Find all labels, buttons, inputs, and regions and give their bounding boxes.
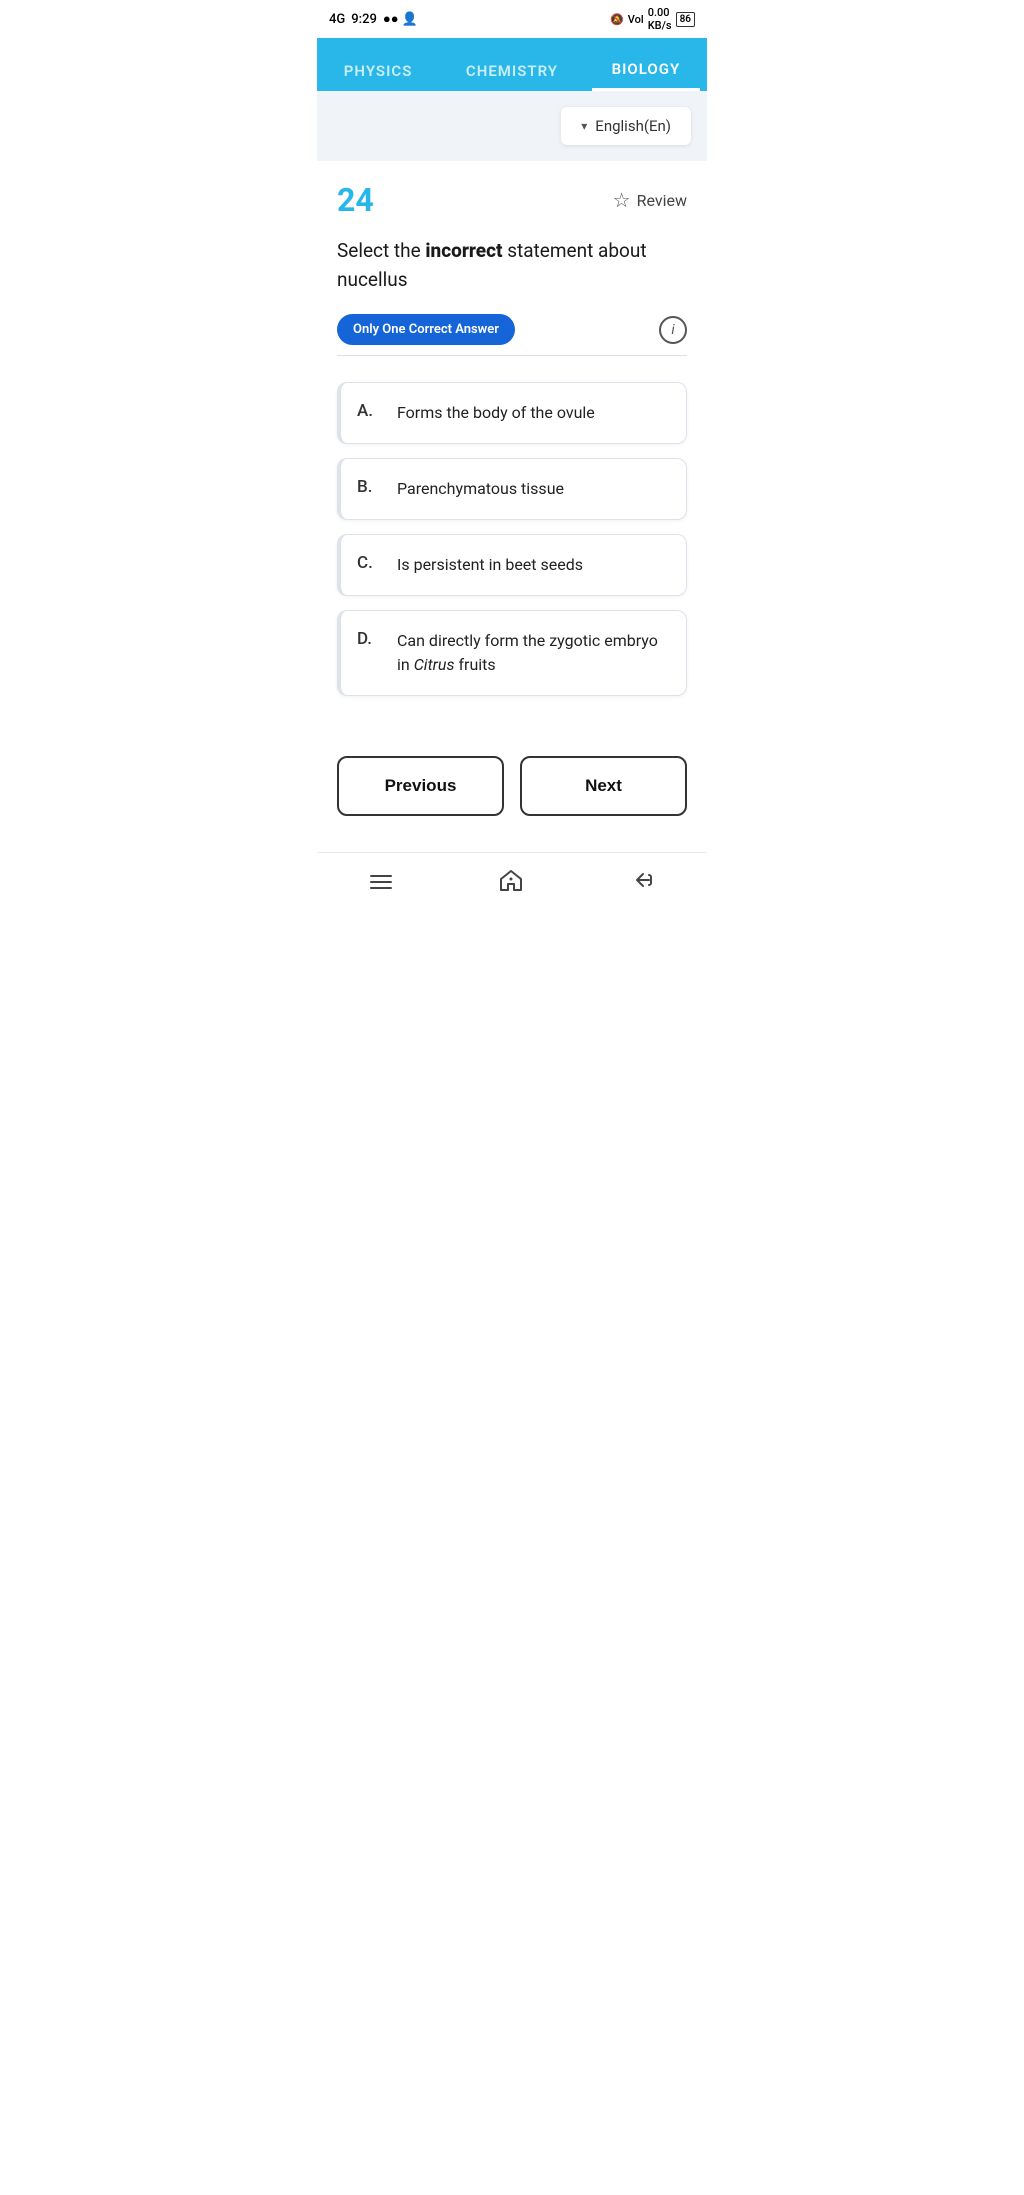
language-label: English(En) [595,117,671,135]
review-button[interactable]: ☆ Review [613,188,687,212]
question-area: 24 ☆ Review Select the incorrect stateme… [317,161,707,382]
option-c-text: Is persistent in beet seeds [397,553,583,577]
answer-type-row: Only One Correct Answer i [337,314,687,345]
option-d-text: Can directly form the zygotic embryo in … [397,629,670,677]
status-bar: 4G 9:29 ●● 👤 🔕 Vol 0.00KB/s 86 [317,0,707,38]
back-icon[interactable] [610,865,674,899]
home-icon[interactable] [479,865,543,899]
bottom-nav-bar [317,852,707,911]
option-b-text: Parenchymatous tissue [397,477,564,501]
review-label: Review [637,191,687,210]
bell-icon: 🔕 [610,13,624,26]
next-button[interactable]: Next [520,756,687,816]
answer-type-badge: Only One Correct Answer [337,314,515,345]
time-display: 9:29 [351,12,377,27]
tab-physics[interactable]: PHYSICS [324,52,433,90]
option-c[interactable]: C. Is persistent in beet seeds [337,534,687,596]
question-text-bold: incorrect [425,239,502,262]
option-a-text: Forms the body of the ovule [397,401,595,425]
question-number: 24 [337,181,374,219]
divider [337,355,687,356]
star-icon: ☆ [613,188,631,212]
chat-icons: ●● 👤 [383,11,418,27]
tab-chemistry[interactable]: CHEMISTRY [446,52,578,90]
option-d-text-italic: Citrus [414,655,455,674]
option-a[interactable]: A. Forms the body of the ovule [337,382,687,444]
menu-icon[interactable] [350,871,412,893]
language-area: ▾ English(En) [317,91,707,161]
status-left: 4G 9:29 ●● 👤 [329,11,418,27]
info-icon[interactable]: i [659,316,687,344]
option-d-text-part2: fruits [454,655,495,674]
chevron-down-icon: ▾ [581,119,587,133]
network-speed: 0.00KB/s [648,6,672,32]
option-b-label: B. [357,477,381,497]
option-b[interactable]: B. Parenchymatous tissue [337,458,687,520]
battery-indicator: 86 [676,12,695,27]
language-selector[interactable]: ▾ English(En) [561,107,691,145]
previous-button[interactable]: Previous [337,756,504,816]
option-d-label: D. [357,629,381,649]
option-a-label: A. [357,401,381,421]
question-header: 24 ☆ Review [337,181,687,219]
subject-tabs: PHYSICS CHEMISTRY BIOLOGY [317,38,707,91]
option-d[interactable]: D. Can directly form the zygotic embryo … [337,610,687,696]
question-text-part1: Select the [337,239,425,262]
options-container: A. Forms the body of the ovule B. Parenc… [317,382,707,730]
option-c-label: C. [357,553,381,573]
tab-biology[interactable]: BIOLOGY [592,50,701,91]
question-text: Select the incorrect statement about nuc… [337,237,687,294]
signal-indicator: 4G [329,12,345,27]
navigation-buttons: Previous Next [317,740,707,832]
status-right: 🔕 Vol 0.00KB/s 86 [610,6,695,32]
vol-label: Vol [628,13,644,26]
